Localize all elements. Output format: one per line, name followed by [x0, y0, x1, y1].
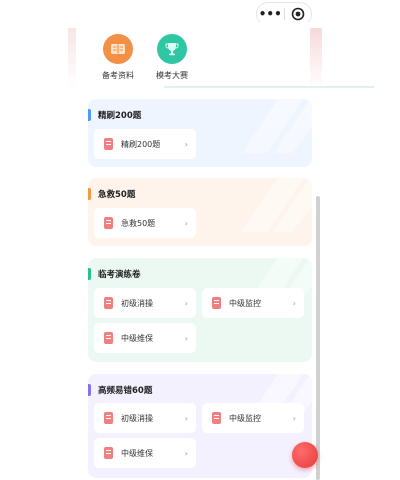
- section-accent-bar: [88, 188, 91, 200]
- item-label: 中级维保: [121, 333, 153, 343]
- section-emergency-50: 急救50题 急救50题 ›: [88, 178, 312, 246]
- list-item[interactable]: 精刷200题 ›: [94, 129, 196, 159]
- list-item[interactable]: 中级监控 ›: [202, 403, 304, 433]
- book-icon: [212, 412, 221, 424]
- section-practice-200: 精刷200题 精刷200题 ›: [88, 99, 312, 167]
- section-accent-bar: [88, 384, 91, 396]
- section-title: 精刷200题: [88, 109, 141, 121]
- section-title-text: 高频易错60题: [98, 386, 153, 396]
- feature-card-underline: [164, 86, 374, 88]
- item-label: 急救50题: [121, 218, 156, 228]
- feature-label: 备考资料: [102, 71, 134, 80]
- chevron-right-icon: ›: [292, 298, 296, 308]
- list-item[interactable]: 中级维保 ›: [94, 323, 196, 353]
- scrollbar[interactable]: [316, 196, 320, 480]
- section-pre-exam-drill: 临考演练卷 初级消操 › 中级监控 › 中级维保 ›: [88, 258, 312, 362]
- book-icon: [104, 297, 113, 309]
- target-close-icon[interactable]: [285, 7, 312, 21]
- book-icon: [103, 34, 133, 64]
- feature-mock-contest[interactable]: 模考大赛: [142, 34, 202, 81]
- book-icon: [104, 138, 113, 150]
- list-item[interactable]: 急救50题 ›: [94, 208, 196, 238]
- section-title-text: 急救50题: [98, 190, 136, 200]
- trophy-icon: [157, 34, 187, 64]
- book-icon: [212, 297, 221, 309]
- section-decoration: [242, 178, 312, 232]
- chevron-right-icon: ›: [184, 413, 188, 423]
- item-label: 中级维保: [121, 448, 153, 458]
- chevron-right-icon: ›: [184, 139, 188, 149]
- book-icon: [104, 332, 113, 344]
- feature-study-materials[interactable]: 备考资料: [88, 34, 148, 81]
- list-item[interactable]: 初级消操 ›: [94, 288, 196, 318]
- list-item[interactable]: 中级维保 ›: [94, 438, 196, 468]
- section-title: 急救50题: [88, 188, 135, 200]
- list-item[interactable]: 中级监控 ›: [202, 288, 304, 318]
- item-label: 初级消操: [121, 298, 153, 308]
- item-label: 中级监控: [229, 413, 261, 423]
- section-frequent-errors-60: 高频易错60题 初级消操 › 中级监控 › 中级维保 ›: [88, 374, 312, 478]
- item-label: 精刷200题: [121, 139, 161, 149]
- list-item[interactable]: 初级消操 ›: [94, 403, 196, 433]
- item-label: 中级监控: [229, 298, 261, 308]
- header-decoration-right: [308, 28, 322, 88]
- chevron-right-icon: ›: [184, 448, 188, 458]
- section-title-text: 精刷200题: [98, 111, 142, 121]
- feature-label: 模考大赛: [156, 71, 188, 80]
- item-label: 初级消操: [121, 413, 153, 423]
- section-title: 高频易错60题: [88, 384, 152, 396]
- chevron-right-icon: ›: [184, 298, 188, 308]
- chevron-right-icon: ›: [184, 333, 188, 343]
- book-icon: [104, 447, 113, 459]
- chevron-right-icon: ›: [184, 218, 188, 228]
- floating-action-button[interactable]: [292, 442, 318, 468]
- section-decoration: [242, 99, 312, 153]
- section-title-text: 临考演练卷: [98, 270, 141, 280]
- section-accent-bar: [88, 268, 91, 280]
- book-icon: [104, 217, 113, 229]
- feature-card: 备考资料 模考大赛: [76, 22, 374, 90]
- section-title: 临考演练卷: [88, 268, 141, 280]
- book-icon: [104, 412, 113, 424]
- chevron-right-icon: ›: [292, 413, 296, 423]
- section-accent-bar: [88, 109, 91, 121]
